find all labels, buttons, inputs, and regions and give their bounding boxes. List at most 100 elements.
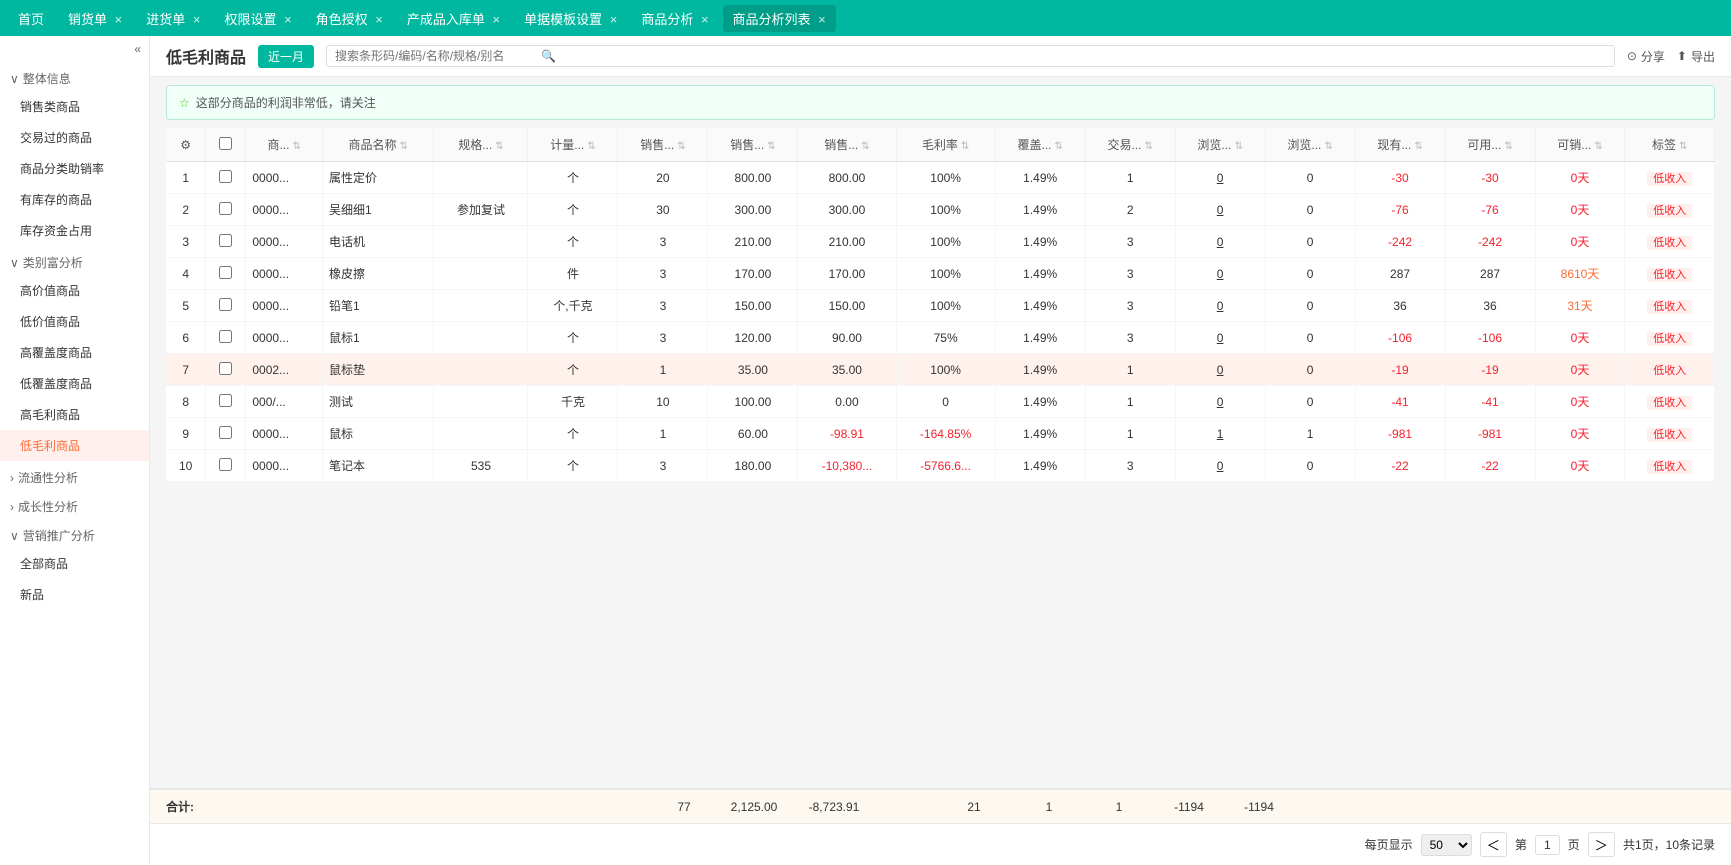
th-browse2[interactable]: 浏览...⇅ <box>1265 128 1355 162</box>
row-checkbox[interactable] <box>219 362 232 375</box>
row-browse1[interactable]: 0 <box>1175 162 1265 194</box>
sidebar-item-high-margin[interactable]: 高毛利商品 <box>0 399 149 430</box>
row-checkbox-cell[interactable] <box>206 386 246 418</box>
close-icon[interactable]: × <box>493 12 501 27</box>
th-spec[interactable]: 规格...⇅ <box>434 128 528 162</box>
nav-product-analysis-list[interactable]: 商品分析列表 × <box>723 5 836 32</box>
search-icon[interactable]: 🔍 <box>541 49 556 63</box>
sidebar-item-high-coverage[interactable]: 高覆盖度商品 <box>0 337 149 368</box>
close-icon[interactable]: × <box>818 12 826 27</box>
nav-template[interactable]: 单据模板设置 × <box>514 5 627 32</box>
share-button[interactable]: ⊙ 分享 <box>1627 48 1665 65</box>
per-page-select[interactable]: 50 100 200 <box>1421 834 1472 856</box>
sidebar-item-stocked-products[interactable]: 有库存的商品 <box>0 184 149 215</box>
row-checkbox[interactable] <box>219 394 232 407</box>
row-checkbox[interactable] <box>219 330 232 343</box>
th-tag[interactable]: 标签⇅ <box>1625 128 1715 162</box>
sidebar-item-low-margin[interactable]: 低毛利商品 <box>0 430 149 461</box>
sidebar-item-low-value[interactable]: 低价值商品 <box>0 306 149 337</box>
sidebar-item-sales-products[interactable]: 销售类商品 <box>0 91 149 122</box>
nav-purchase[interactable]: 进货单 × <box>136 5 210 32</box>
date-filter-button[interactable]: 近一月 <box>258 45 314 68</box>
row-name[interactable]: 铅笔1 <box>322 290 434 322</box>
th-code[interactable]: 商...⇅ <box>246 128 323 162</box>
th-trade[interactable]: 交易...⇅ <box>1085 128 1175 162</box>
th-available[interactable]: 可用...⇅ <box>1445 128 1535 162</box>
th-profit[interactable]: 毛利率⇅ <box>896 128 995 162</box>
close-icon[interactable]: × <box>701 12 709 27</box>
row-name[interactable]: 电话机 <box>322 226 434 258</box>
search-input[interactable] <box>335 49 535 63</box>
sidebar-item-category-rate[interactable]: 商品分类助销率 <box>0 153 149 184</box>
row-name[interactable]: 测试 <box>322 386 434 418</box>
row-browse1[interactable]: 0 <box>1175 290 1265 322</box>
next-page-button[interactable]: ＞ <box>1588 832 1615 857</box>
row-name[interactable]: 鼠标垫 <box>322 354 434 386</box>
sidebar-group-category[interactable]: ∨ 类别富分析 <box>0 246 149 275</box>
row-checkbox-cell[interactable] <box>206 226 246 258</box>
th-stock[interactable]: 现有...⇅ <box>1355 128 1445 162</box>
row-checkbox-cell[interactable] <box>206 354 246 386</box>
sidebar-group-growth[interactable]: › 成长性分析 <box>0 490 149 519</box>
row-checkbox[interactable] <box>219 202 232 215</box>
row-browse1[interactable]: 1 <box>1175 418 1265 450</box>
th-price[interactable]: 销售...⇅ <box>708 128 798 162</box>
row-checkbox-cell[interactable] <box>206 162 246 194</box>
close-icon[interactable]: × <box>115 12 123 27</box>
row-checkbox[interactable] <box>219 426 232 439</box>
row-name[interactable]: 吴细细1 <box>322 194 434 226</box>
row-checkbox-cell[interactable] <box>206 450 246 482</box>
row-browse1[interactable]: 0 <box>1175 354 1265 386</box>
row-browse1[interactable]: 0 <box>1175 226 1265 258</box>
row-checkbox-cell[interactable] <box>206 418 246 450</box>
close-icon[interactable]: × <box>610 12 618 27</box>
close-icon[interactable]: × <box>375 12 383 27</box>
th-saleable[interactable]: 可销...⇅ <box>1535 128 1625 162</box>
th-coverage[interactable]: 覆盖...⇅ <box>995 128 1085 162</box>
th-checkbox[interactable] <box>206 128 246 162</box>
export-button[interactable]: ⬆ 导出 <box>1677 48 1715 65</box>
row-checkbox-cell[interactable] <box>206 194 246 226</box>
th-qty[interactable]: 销售...⇅ <box>618 128 708 162</box>
row-name[interactable]: 鼠标 <box>322 418 434 450</box>
sidebar-item-traded-products[interactable]: 交易过的商品 <box>0 122 149 153</box>
sidebar-item-new-products[interactable]: 新品 <box>0 579 149 610</box>
row-browse1[interactable]: 0 <box>1175 194 1265 226</box>
row-checkbox[interactable] <box>219 458 232 471</box>
th-settings[interactable]: ⚙ <box>166 128 206 162</box>
nav-home[interactable]: 首页 <box>8 5 54 32</box>
row-name[interactable]: 鼠标1 <box>322 322 434 354</box>
th-name[interactable]: 商品名称⇅ <box>322 128 434 162</box>
prev-page-button[interactable]: ＜ <box>1480 832 1507 857</box>
row-checkbox-cell[interactable] <box>206 258 246 290</box>
row-browse1[interactable]: 0 <box>1175 258 1265 290</box>
th-browse1[interactable]: 浏览...⇅ <box>1175 128 1265 162</box>
sidebar-item-low-coverage[interactable]: 低覆盖度商品 <box>0 368 149 399</box>
sidebar-collapse-btn[interactable]: « <box>134 42 141 56</box>
sidebar-group-overall[interactable]: ∨ 整体信息 <box>0 62 149 91</box>
sidebar-item-high-value[interactable]: 高价值商品 <box>0 275 149 306</box>
row-checkbox[interactable] <box>219 234 232 247</box>
row-checkbox-cell[interactable] <box>206 290 246 322</box>
nav-product-analysis[interactable]: 商品分析 × <box>631 5 718 32</box>
row-name[interactable]: 笔记本 <box>322 450 434 482</box>
sidebar-group-marketing[interactable]: ∨ 营销推广分析 <box>0 519 149 548</box>
sidebar-group-liquidity[interactable]: › 流通性分析 <box>0 461 149 490</box>
nav-roles[interactable]: 角色授权 × <box>306 5 393 32</box>
close-icon[interactable]: × <box>193 12 201 27</box>
row-name[interactable]: 属性定价 <box>322 162 434 194</box>
row-name[interactable]: 橡皮擦 <box>322 258 434 290</box>
row-checkbox[interactable] <box>219 266 232 279</box>
close-icon[interactable]: × <box>284 12 292 27</box>
row-browse1[interactable]: 0 <box>1175 322 1265 354</box>
nav-product-entry[interactable]: 产成品入库单 × <box>397 5 510 32</box>
nav-permissions[interactable]: 权限设置 × <box>214 5 301 32</box>
row-checkbox-cell[interactable] <box>206 322 246 354</box>
th-unit[interactable]: 计量...⇅ <box>528 128 618 162</box>
row-checkbox[interactable] <box>219 170 232 183</box>
th-sales[interactable]: 销售...⇅ <box>798 128 896 162</box>
nav-sales[interactable]: 销货单 × <box>58 5 132 32</box>
row-browse1[interactable]: 0 <box>1175 386 1265 418</box>
sidebar-item-all-products[interactable]: 全部商品 <box>0 548 149 579</box>
select-all-checkbox[interactable] <box>219 137 232 150</box>
